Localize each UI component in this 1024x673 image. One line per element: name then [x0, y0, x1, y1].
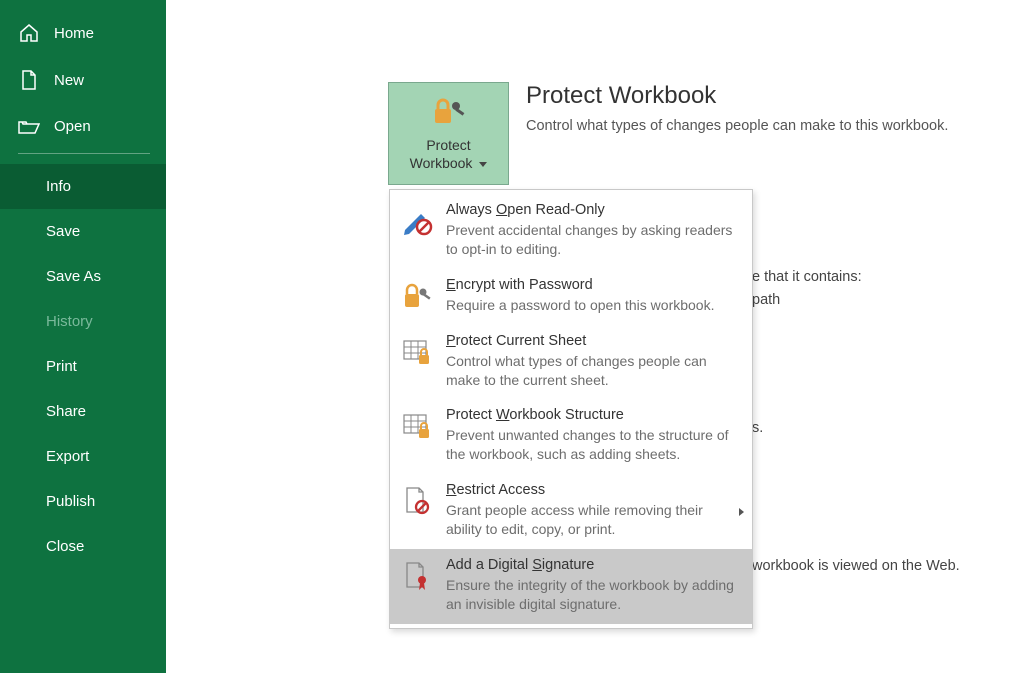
- lock-key-icon: [400, 279, 434, 313]
- sidebar-label: Publish: [46, 493, 95, 510]
- menu-item-title: Always Open Read-Only: [446, 202, 740, 218]
- home-icon: [18, 24, 40, 42]
- menu-item-desc: Require a password to open this workbook…: [446, 296, 740, 315]
- sidebar-label: Close: [46, 538, 84, 555]
- sidebar-label: Print: [46, 358, 77, 375]
- sidebar-label: Home: [54, 25, 94, 42]
- obscured-text: path: [752, 292, 780, 308]
- sidebar-save[interactable]: Save: [0, 209, 166, 254]
- sidebar-label: History: [46, 313, 93, 330]
- chevron-right-icon: [739, 508, 744, 516]
- section-desc: Control what types of changes people can…: [526, 118, 948, 134]
- menu-protect-structure[interactable]: Protect Workbook Structure Prevent unwan…: [390, 399, 752, 474]
- sidebar-export[interactable]: Export: [0, 434, 166, 479]
- menu-item-title: Encrypt with Password: [446, 277, 740, 293]
- menu-item-desc: Prevent accidental changes by asking rea…: [446, 221, 740, 259]
- sidebar-close[interactable]: Close: [0, 524, 166, 569]
- sidebar-open[interactable]: Open: [0, 104, 166, 149]
- sidebar-label: Open: [54, 118, 91, 135]
- workbook-lock-icon: [400, 409, 434, 443]
- menu-restrict-access[interactable]: Restrict Access Grant people access whil…: [390, 474, 752, 549]
- sidebar-label: Share: [46, 403, 86, 420]
- chevron-down-icon: [479, 162, 487, 167]
- menu-item-desc: Grant people access while removing their…: [446, 501, 740, 539]
- sidebar-info[interactable]: Info: [0, 164, 166, 209]
- sidebar-label: New: [54, 72, 84, 89]
- sidebar-label: Save As: [46, 268, 101, 285]
- sidebar-label: Info: [46, 178, 71, 195]
- menu-protect-sheet[interactable]: Protect Current Sheet Control what types…: [390, 325, 752, 400]
- obscured-text: workbook is viewed on the Web.: [752, 558, 960, 574]
- sidebar-home[interactable]: Home: [0, 10, 166, 56]
- new-doc-icon: [18, 70, 40, 90]
- menu-encrypt-password[interactable]: Encrypt with Password Require a password…: [390, 269, 752, 325]
- backstage-sidebar: Home New Open Info Save Save As History …: [0, 0, 166, 673]
- lock-key-icon: [429, 95, 469, 132]
- sheet-lock-icon: [400, 335, 434, 369]
- menu-item-desc: Prevent unwanted changes to the structur…: [446, 426, 740, 464]
- menu-item-title: Protect Workbook Structure: [446, 407, 740, 423]
- sidebar-save-as[interactable]: Save As: [0, 254, 166, 299]
- sidebar-new[interactable]: New: [0, 56, 166, 104]
- menu-item-title: Protect Current Sheet: [446, 333, 740, 349]
- doc-ribbon-icon: [400, 559, 434, 593]
- menu-item-title: Restrict Access: [446, 482, 740, 498]
- menu-item-desc: Control what types of changes people can…: [446, 352, 740, 390]
- sidebar-print[interactable]: Print: [0, 344, 166, 389]
- obscured-text: e that it contains:: [752, 269, 862, 285]
- doc-prohibit-icon: [400, 484, 434, 518]
- pencil-prohibit-icon: [400, 204, 434, 238]
- info-pane: Protect Workbook Protect Workbook Contro…: [166, 0, 1024, 673]
- menu-item-title: Add a Digital Signature: [446, 557, 740, 573]
- menu-digital-signature[interactable]: Add a Digital Signature Ensure the integ…: [390, 549, 752, 624]
- sidebar-history: History: [0, 299, 166, 344]
- protect-workbook-button[interactable]: Protect Workbook: [388, 82, 509, 185]
- sidebar-share[interactable]: Share: [0, 389, 166, 434]
- button-label: Protect Workbook: [410, 137, 488, 172]
- menu-item-desc: Ensure the integrity of the workbook by …: [446, 576, 740, 614]
- sidebar-publish[interactable]: Publish: [0, 479, 166, 524]
- protect-workbook-menu: Always Open Read-Only Prevent accidental…: [389, 189, 753, 629]
- menu-open-read-only[interactable]: Always Open Read-Only Prevent accidental…: [390, 194, 752, 269]
- obscured-text: s.: [752, 420, 763, 436]
- section-title: Protect Workbook: [526, 82, 948, 110]
- sidebar-label: Save: [46, 223, 80, 240]
- sidebar-separator: [18, 153, 150, 154]
- open-folder-icon: [18, 119, 40, 135]
- protect-section: Protect Workbook Control what types of c…: [526, 82, 948, 134]
- sidebar-label: Export: [46, 448, 89, 465]
